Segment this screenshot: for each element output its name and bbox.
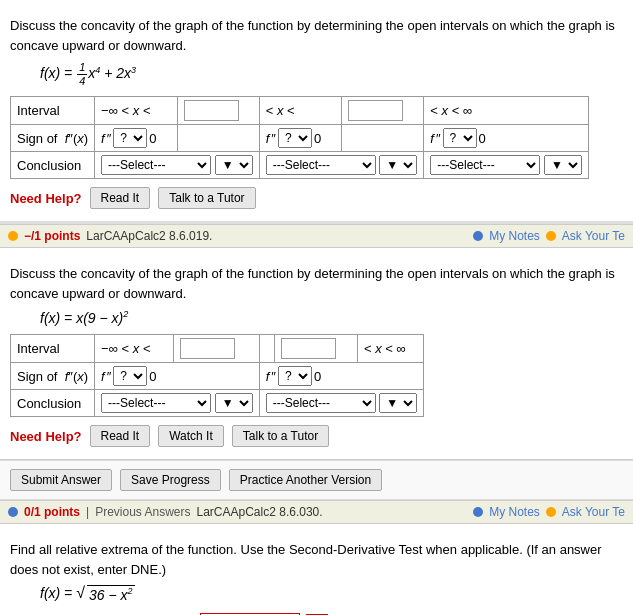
col-blank1[interactable] bbox=[177, 97, 259, 125]
orange-dot bbox=[8, 231, 18, 241]
section2-header: −/1 points LarCAApCalc2 8.6.019. My Note… bbox=[0, 224, 633, 248]
points-3: 0/1 points bbox=[24, 505, 80, 519]
course-3: LarCAApCalc2 8.6.030. bbox=[197, 505, 323, 519]
formula-1: f(x) = 14x4 + 2x3 bbox=[40, 61, 623, 88]
section2: Discuss the concavity of the graph of th… bbox=[0, 248, 633, 460]
sign-select-1[interactable]: ?+− bbox=[113, 128, 147, 148]
talk-btn-1[interactable]: Talk to a Tutor bbox=[158, 187, 255, 209]
conclusion2-label: Conclusion bbox=[11, 390, 95, 417]
practice-version-btn[interactable]: Practice Another Version bbox=[229, 469, 382, 491]
col2-neg-inf: −∞ < x < bbox=[95, 335, 174, 363]
watch-btn-2[interactable]: Watch It bbox=[158, 425, 224, 447]
orange-dot-3 bbox=[546, 507, 556, 517]
conclusion-cell-1[interactable]: ---Select--- concave upward concave down… bbox=[95, 152, 260, 179]
my-notes-2[interactable]: My Notes bbox=[489, 229, 540, 243]
read-it-btn-1[interactable]: Read It bbox=[90, 187, 151, 209]
sqrt-content: 36 − x2 bbox=[87, 585, 135, 603]
conclusion2-cell-1[interactable]: ---Select--- concave upward concave down… bbox=[95, 390, 260, 417]
save-progress-btn[interactable]: Save Progress bbox=[120, 469, 221, 491]
col2-pos-inf: < x < ∞ bbox=[357, 335, 423, 363]
submit-answer-btn[interactable]: Submit Answer bbox=[10, 469, 112, 491]
col2-interval: Interval bbox=[11, 335, 95, 363]
conclusion-cell-2[interactable]: ---Select--- concave upward concave down… bbox=[259, 152, 424, 179]
col-neg-inf: −∞ < x < bbox=[95, 97, 178, 125]
my-notes-3[interactable]: My Notes bbox=[489, 505, 540, 519]
col-pos-inf: < x < ∞ bbox=[424, 97, 589, 125]
points-2: −/1 points bbox=[24, 229, 80, 243]
read-it-btn-2[interactable]: Read It bbox=[90, 425, 151, 447]
blue-dot-2 bbox=[473, 231, 483, 241]
sign2-cell-1: f″ ?+− 0 bbox=[95, 363, 260, 390]
need-help-2: Need Help? Read It Watch It Talk to a Tu… bbox=[10, 425, 623, 447]
col-blank2[interactable] bbox=[342, 97, 424, 125]
conclusion2-select-2[interactable]: ---Select--- concave upward concave down… bbox=[266, 393, 376, 413]
prev-answers-3: Previous Answers bbox=[95, 505, 190, 519]
sqrt-sign: √ bbox=[76, 585, 85, 601]
sign-cell-1: f″ ?+− 0 bbox=[95, 125, 178, 152]
conclusion2-arrow-1[interactable]: ▼ bbox=[215, 393, 253, 413]
blue-dot-3b bbox=[473, 507, 483, 517]
conclusion-select-2[interactable]: ---Select--- concave upward concave down… bbox=[266, 155, 376, 175]
ask-your-3[interactable]: Ask Your Te bbox=[562, 505, 625, 519]
conclusion-cell-3[interactable]: ---Select--- concave upward concave down… bbox=[424, 152, 589, 179]
problem-text-2: Discuss the concavity of the graph of th… bbox=[10, 264, 623, 303]
section3-header: 0/1 points | Previous Answers LarCAApCal… bbox=[0, 500, 633, 524]
submit-row: Submit Answer Save Progress Practice Ano… bbox=[0, 460, 633, 500]
conclusion2-arrow-2[interactable]: ▼ bbox=[379, 393, 417, 413]
course-2: LarCAApCalc2 8.6.019. bbox=[86, 229, 212, 243]
section3-header-left: 0/1 points | Previous Answers LarCAApCal… bbox=[8, 505, 323, 519]
need-help-label-2: Need Help? bbox=[10, 429, 82, 444]
ask-your-2[interactable]: Ask Your Te bbox=[562, 229, 625, 243]
conclusion-arrow-2[interactable]: ▼ bbox=[379, 155, 417, 175]
conclusion-select-1[interactable]: ---Select--- concave upward concave down… bbox=[101, 155, 211, 175]
sign2-select-2[interactable]: ?+− bbox=[278, 366, 312, 386]
conclusion-label: Conclusion bbox=[11, 152, 95, 179]
talk-btn-2[interactable]: Talk to a Tutor bbox=[232, 425, 329, 447]
sign-select-3[interactable]: ?+− bbox=[443, 128, 477, 148]
formula-3: f(x) = √ 36 − x2 bbox=[40, 585, 623, 603]
orange-dot-2 bbox=[546, 231, 556, 241]
section2-header-left: −/1 points LarCAApCalc2 8.6.019. bbox=[8, 229, 212, 243]
col2-mid bbox=[259, 335, 275, 363]
conclusion-arrow-3[interactable]: ▼ bbox=[544, 155, 582, 175]
section2-header-right: My Notes Ask Your Te bbox=[473, 229, 625, 243]
need-help-1: Need Help? Read It Talk to a Tutor bbox=[10, 187, 623, 209]
sign2-cell-2: f″ ?+− 0 bbox=[259, 363, 424, 390]
interval-table-2: Interval −∞ < x < < x < ∞ Sign of f″(x) … bbox=[10, 334, 424, 417]
sign2-label: Sign of f″(x) bbox=[11, 363, 95, 390]
col-mid: < x < bbox=[259, 97, 342, 125]
conclusion2-select-1[interactable]: ---Select--- concave upward concave down… bbox=[101, 393, 211, 413]
conclusion2-cell-2[interactable]: ---Select--- concave upward concave down… bbox=[259, 390, 424, 417]
col2-blank1[interactable] bbox=[173, 335, 259, 363]
conclusion-arrow-1[interactable]: ▼ bbox=[215, 155, 253, 175]
need-help-label-1: Need Help? bbox=[10, 191, 82, 206]
col2-blank2[interactable] bbox=[275, 335, 357, 363]
section3-header-right: My Notes Ask Your Te bbox=[473, 505, 625, 519]
pipe-3: | bbox=[86, 505, 89, 519]
formula-2: f(x) = x(9 − x)2 bbox=[40, 309, 623, 326]
blue-dot-3 bbox=[8, 507, 18, 517]
section3: Find all relative extrema of the functio… bbox=[0, 524, 633, 615]
sign-cell-3: f″ ?+− 0 bbox=[424, 125, 589, 152]
problem-text-1: Discuss the concavity of the graph of th… bbox=[10, 16, 623, 55]
conclusion-select-3[interactable]: ---Select--- concave upward concave down… bbox=[430, 155, 540, 175]
sign-label: Sign of f″(x) bbox=[11, 125, 95, 152]
sign-select-2[interactable]: ?+− bbox=[278, 128, 312, 148]
sign-cell-2: f″ ?+− 0 bbox=[259, 125, 342, 152]
interval-table-1: Interval −∞ < x < < x < < x < ∞ Sign of … bbox=[10, 96, 589, 179]
section1: Discuss the concavity of the graph of th… bbox=[0, 0, 633, 224]
sign2-select-1[interactable]: ?+− bbox=[113, 366, 147, 386]
problem-text-3: Find all relative extrema of the functio… bbox=[10, 540, 623, 579]
col-interval: Interval bbox=[11, 97, 95, 125]
